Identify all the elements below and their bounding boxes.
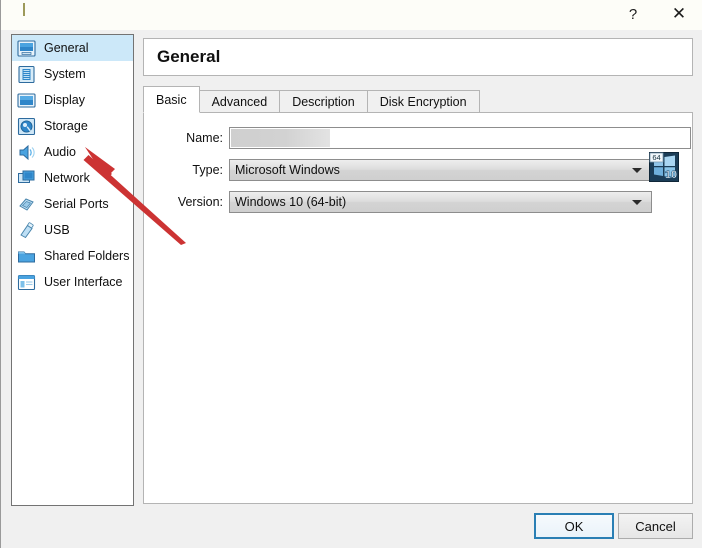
svg-text:64: 64 xyxy=(652,153,660,162)
monitor-icon xyxy=(17,39,36,58)
os-type-combobox[interactable]: Microsoft Windows xyxy=(229,159,652,181)
type-row: Type: Microsoft Windows xyxy=(151,158,652,181)
sidebar-item-label: Serial Ports xyxy=(44,198,109,211)
network-cards-icon xyxy=(17,169,36,188)
folder-icon xyxy=(17,247,36,266)
sidebar-item-label: System xyxy=(44,68,86,81)
sidebar-item-shared-folders[interactable]: Shared Folders xyxy=(12,243,133,269)
os-version-value: Windows 10 (64-bit) xyxy=(230,195,346,209)
tab-disk-encryption[interactable]: Disk Encryption xyxy=(367,90,480,113)
sidebar-item-label: User Interface xyxy=(44,276,123,289)
sidebar-item-usb[interactable]: USB xyxy=(12,217,133,243)
sidebar-item-label: Display xyxy=(44,94,85,107)
sidebar-item-label: Network xyxy=(44,172,90,185)
serial-port-icon xyxy=(17,195,36,214)
version-label: Version: xyxy=(151,195,223,209)
ok-button[interactable]: OK xyxy=(534,513,614,539)
cancel-button[interactable]: Cancel xyxy=(618,513,693,539)
sidebar-item-system[interactable]: System xyxy=(12,61,133,87)
sidebar-item-label: USB xyxy=(44,224,70,237)
motherboard-icon xyxy=(17,65,36,84)
sidebar-item-label: Shared Folders xyxy=(44,250,129,263)
tab-page-basic: Name: Type: Microsoft Windows Version: W… xyxy=(143,112,693,504)
os-version-combobox[interactable]: Windows 10 (64-bit) xyxy=(229,191,652,213)
chevron-down-icon xyxy=(632,200,642,205)
sidebar-item-label: Storage xyxy=(44,120,88,133)
sidebar-item-storage[interactable]: Storage xyxy=(12,113,133,139)
display-icon xyxy=(17,91,36,110)
windows-10-64bit-icon: 64 10 xyxy=(649,152,679,182)
sidebar-item-label: General xyxy=(44,42,88,55)
sidebar-item-user-interface[interactable]: User Interface xyxy=(12,269,133,295)
settings-tab-widget: Basic Advanced Description Disk Encrypti… xyxy=(143,86,693,504)
speaker-icon xyxy=(17,143,36,162)
sidebar-item-network[interactable]: Network xyxy=(12,165,133,191)
svg-text:10: 10 xyxy=(665,169,677,181)
sidebar-item-serial-ports[interactable]: Serial Ports xyxy=(12,191,133,217)
type-label: Type: xyxy=(151,163,223,177)
settings-category-list[interactable]: General System xyxy=(11,34,134,506)
version-row: Version: Windows 10 (64-bit) xyxy=(151,190,652,213)
usb-plug-icon xyxy=(17,221,36,240)
sidebar-item-display[interactable]: Display xyxy=(12,87,133,113)
tab-bar: Basic Advanced Description Disk Encrypti… xyxy=(143,86,693,113)
name-redaction-overlay xyxy=(231,129,330,147)
title-bar: ? ✕ xyxy=(1,0,702,30)
page-header-box: General xyxy=(143,38,693,76)
sidebar-item-label: Audio xyxy=(44,146,76,159)
sidebar-item-general[interactable]: General xyxy=(12,35,133,61)
tab-description[interactable]: Description xyxy=(279,90,368,113)
window-icon xyxy=(17,273,36,292)
name-input[interactable] xyxy=(229,127,691,149)
page-title: General xyxy=(157,47,220,67)
name-row: Name: xyxy=(151,126,691,149)
tab-basic[interactable]: Basic xyxy=(143,86,200,113)
title-caret-icon xyxy=(23,3,25,16)
os-type-value: Microsoft Windows xyxy=(230,163,340,177)
name-label: Name: xyxy=(151,131,223,145)
settings-dialog: ? ✕ General xyxy=(0,0,702,548)
harddisk-icon xyxy=(17,117,36,136)
close-icon[interactable]: ✕ xyxy=(657,0,701,28)
sidebar-item-audio[interactable]: Audio xyxy=(12,139,133,165)
tab-advanced[interactable]: Advanced xyxy=(199,90,281,113)
chevron-down-icon xyxy=(632,168,642,173)
help-button[interactable]: ? xyxy=(611,0,655,28)
